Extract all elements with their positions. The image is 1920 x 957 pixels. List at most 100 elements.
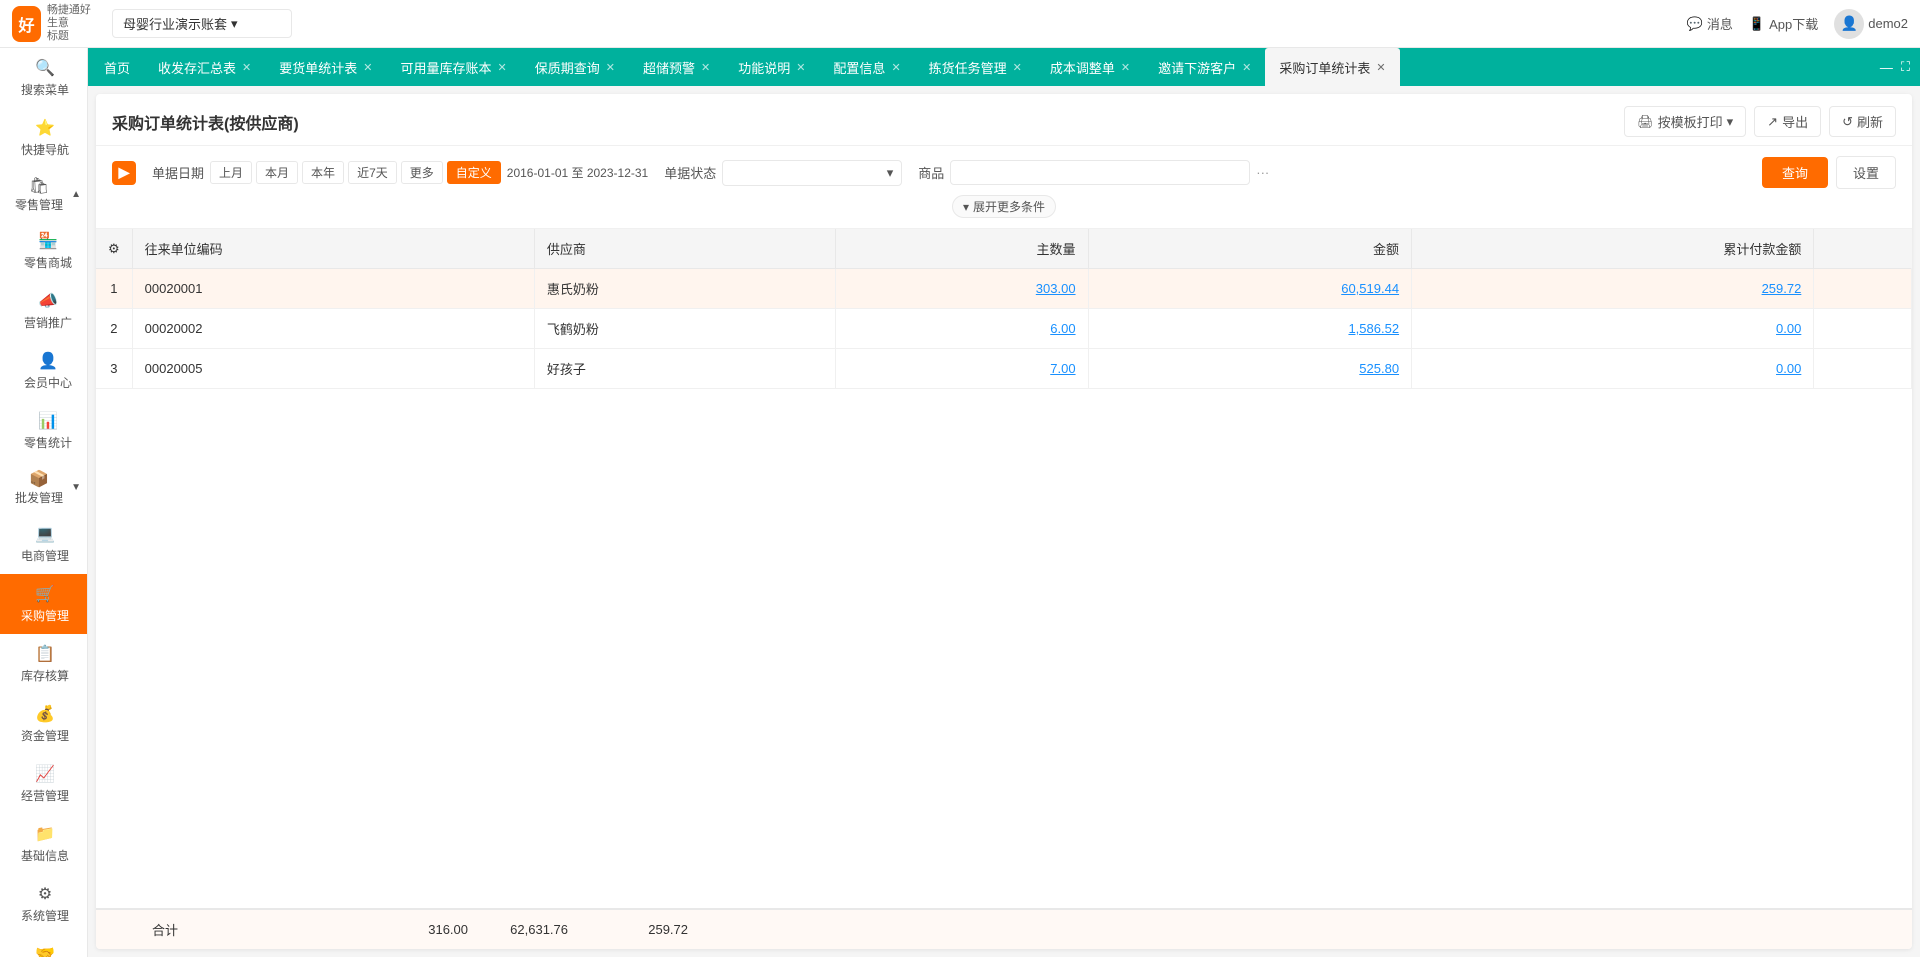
th-code: 往来单位编码 bbox=[132, 229, 534, 269]
sidebar-item-shop[interactable]: 🏪 零售商城 bbox=[0, 221, 87, 281]
purchase-icon: 🛒 bbox=[35, 584, 55, 604]
user-avatar[interactable]: 👤 demo2 bbox=[1834, 9, 1908, 39]
tab-shoufaahui[interactable]: 收发存汇总表 ✕ bbox=[144, 48, 265, 86]
tab-close-icon[interactable]: ✕ bbox=[701, 61, 710, 74]
retail-icon: 🛍 bbox=[29, 176, 49, 196]
tab-peizhi[interactable]: 配置信息 ✕ bbox=[819, 48, 914, 86]
table-row: 2 00020002 飞鹤奶粉 6.00 1,586.52 0.00 bbox=[96, 309, 1912, 349]
tab-keyongliang[interactable]: 可用量库存账本 ✕ bbox=[386, 48, 520, 86]
more-icon[interactable]: ··· bbox=[1256, 165, 1269, 180]
th-empty bbox=[1814, 229, 1912, 269]
sidebar-item-basic[interactable]: 📁 基础信息 bbox=[0, 814, 87, 874]
download-icon: 📱 bbox=[1749, 16, 1765, 32]
tab-close-icon[interactable]: ✕ bbox=[363, 61, 372, 74]
cell-amount[interactable]: 1,586.52 bbox=[1088, 309, 1412, 349]
date-chip-more[interactable]: 更多 bbox=[401, 161, 443, 184]
enterprise-icon: 🤝 bbox=[35, 944, 55, 957]
tab-close-icon[interactable]: ✕ bbox=[1376, 61, 1385, 74]
footer-qty: 316.00 bbox=[400, 922, 480, 937]
th-qty: 主数量 bbox=[835, 229, 1088, 269]
tab-close-icon[interactable]: ✕ bbox=[1121, 61, 1130, 74]
date-chip-this-month[interactable]: 本月 bbox=[256, 161, 298, 184]
sidebar-item-quicknav[interactable]: ⭐ 快捷导航 bbox=[0, 108, 87, 168]
system-icon: ⚙ bbox=[38, 884, 52, 904]
shop-icon: 🏪 bbox=[38, 231, 58, 251]
app-download-button[interactable]: 📱 App下载 bbox=[1749, 14, 1818, 33]
refresh-button[interactable]: ↺ 刷新 bbox=[1829, 106, 1896, 137]
tab-chengben[interactable]: 成本调整单 ✕ bbox=[1036, 48, 1144, 86]
date-chip-last-month[interactable]: 上月 bbox=[210, 161, 252, 184]
minimize-icon[interactable]: — bbox=[1880, 60, 1893, 75]
basic-icon: 📁 bbox=[35, 824, 55, 844]
sidebar: 🔍 搜索菜单 ⭐ 快捷导航 🛍 零售管理 ▲ 🏪 零售商城 📣 营销推广 👤 会… bbox=[0, 48, 88, 957]
tab-close-icon[interactable]: ✕ bbox=[242, 61, 251, 74]
tab-close-icon[interactable]: ✕ bbox=[796, 61, 805, 74]
chevron-down-icon: ▾ bbox=[1727, 114, 1734, 130]
tab-close-icon[interactable]: ✕ bbox=[1013, 61, 1022, 74]
table-row: 3 00020005 好孩子 7.00 525.80 0.00 bbox=[96, 349, 1912, 389]
sidebar-item-wholesale[interactable]: 📦 批发管理 ▼ bbox=[0, 461, 87, 514]
cell-qty[interactable]: 6.00 bbox=[835, 309, 1088, 349]
date-chip-7days[interactable]: 近7天 bbox=[348, 161, 397, 184]
sidebar-item-inventory[interactable]: 📋 库存核算 bbox=[0, 634, 87, 694]
filter-area: ▶ 单据日期 上月 本月 本年 近7天 更多 自定义 2016-01-01 至 … bbox=[96, 146, 1912, 229]
tab-home[interactable]: 首页 bbox=[90, 48, 144, 86]
cell-qty[interactable]: 7.00 bbox=[835, 349, 1088, 389]
workspace-selector[interactable]: 母婴行业演示账套 ▾ bbox=[112, 9, 292, 38]
table-container: ⚙ 往来单位编码 供应商 主数量 金额 累计付款金额 1 00020001 惠氏… bbox=[96, 229, 1912, 908]
cell-code: 00020001 bbox=[132, 269, 534, 309]
filter-toggle-button[interactable]: ▶ bbox=[112, 161, 136, 185]
sidebar-item-finance[interactable]: 💰 资金管理 bbox=[0, 694, 87, 754]
expand-more-button[interactable]: ▾ 展开更多条件 bbox=[952, 195, 1056, 218]
tab-caigou[interactable]: 采购订单统计表 ✕ bbox=[1265, 48, 1399, 86]
sidebar-item-search[interactable]: 🔍 搜索菜单 bbox=[0, 48, 87, 108]
maximize-icon[interactable]: ⛶ bbox=[1901, 59, 1910, 75]
message-icon: 💬 bbox=[1687, 16, 1703, 32]
sidebar-item-ecom[interactable]: 💻 电商管理 bbox=[0, 514, 87, 574]
tab-chaochuyujing[interactable]: 超储预警 ✕ bbox=[629, 48, 724, 86]
cell-qty[interactable]: 303.00 bbox=[835, 269, 1088, 309]
sidebar-item-purchase[interactable]: 🛒 采购管理 bbox=[0, 574, 87, 634]
sidebar-item-marketing[interactable]: 📣 营销推广 bbox=[0, 281, 87, 341]
th-paid: 累计付款金额 bbox=[1412, 229, 1814, 269]
tab-yaohuo[interactable]: 要货单统计表 ✕ bbox=[265, 48, 386, 86]
cell-paid[interactable]: 0.00 bbox=[1412, 349, 1814, 389]
filter-row: ▶ 单据日期 上月 本月 本年 近7天 更多 自定义 2016-01-01 至 … bbox=[112, 156, 1896, 189]
cell-amount[interactable]: 525.80 bbox=[1088, 349, 1412, 389]
cell-index: 1 bbox=[96, 269, 132, 309]
top-bar-right: 💬 消息 📱 App下载 👤 demo2 bbox=[1687, 9, 1908, 39]
cell-index: 2 bbox=[96, 309, 132, 349]
tab-close-icon[interactable]: ✕ bbox=[606, 61, 615, 74]
sidebar-item-system[interactable]: ⚙ 系统管理 bbox=[0, 874, 87, 934]
cell-paid[interactable]: 259.72 bbox=[1412, 269, 1814, 309]
sidebar-item-retail-stat[interactable]: 📊 零售统计 bbox=[0, 401, 87, 461]
date-chip-this-year[interactable]: 本年 bbox=[302, 161, 344, 184]
tab-close-icon[interactable]: ✕ bbox=[1242, 61, 1251, 74]
sidebar-item-member[interactable]: 👤 会员中心 bbox=[0, 341, 87, 401]
tab-yaoqing[interactable]: 邀请下游客户 ✕ bbox=[1144, 48, 1265, 86]
status-select[interactable]: ▾ bbox=[722, 160, 902, 186]
tab-pihuo[interactable]: 拣货任务管理 ✕ bbox=[915, 48, 1036, 86]
tab-baoyuan[interactable]: 保质期查询 ✕ bbox=[521, 48, 629, 86]
th-settings: ⚙ bbox=[96, 229, 132, 269]
cell-empty bbox=[1814, 269, 1912, 309]
sidebar-item-enterprise[interactable]: 🤝 企业协同 bbox=[0, 934, 87, 957]
sidebar-item-retail[interactable]: 🛍 零售管理 ▲ bbox=[0, 168, 87, 221]
goods-input[interactable] bbox=[950, 160, 1250, 185]
page-header: 采购订单统计表(按供应商) 🖨 按模板打印 ▾ ↗ 导出 ↺ 刷新 bbox=[96, 94, 1912, 146]
message-button[interactable]: 💬 消息 bbox=[1687, 14, 1733, 33]
query-button[interactable]: 查询 bbox=[1762, 157, 1828, 188]
tab-close-icon[interactable]: ✕ bbox=[891, 61, 900, 74]
cell-paid[interactable]: 0.00 bbox=[1412, 309, 1814, 349]
ecom-icon: 💻 bbox=[35, 524, 55, 544]
settings-button[interactable]: 设置 bbox=[1836, 156, 1896, 189]
print-button[interactable]: 🖨 按模板打印 ▾ bbox=[1624, 106, 1746, 137]
gear-icon[interactable]: ⚙ bbox=[108, 241, 120, 256]
date-chip-custom[interactable]: 自定义 bbox=[447, 161, 501, 184]
sidebar-item-operation[interactable]: 📈 经营管理 bbox=[0, 754, 87, 814]
filter-dates: 上月 本月 本年 近7天 更多 自定义 bbox=[210, 161, 501, 184]
cell-amount[interactable]: 60,519.44 bbox=[1088, 269, 1412, 309]
tab-gongneng[interactable]: 功能说明 ✕ bbox=[724, 48, 819, 86]
tab-close-icon[interactable]: ✕ bbox=[498, 61, 507, 74]
export-button[interactable]: ↗ 导出 bbox=[1754, 106, 1821, 137]
